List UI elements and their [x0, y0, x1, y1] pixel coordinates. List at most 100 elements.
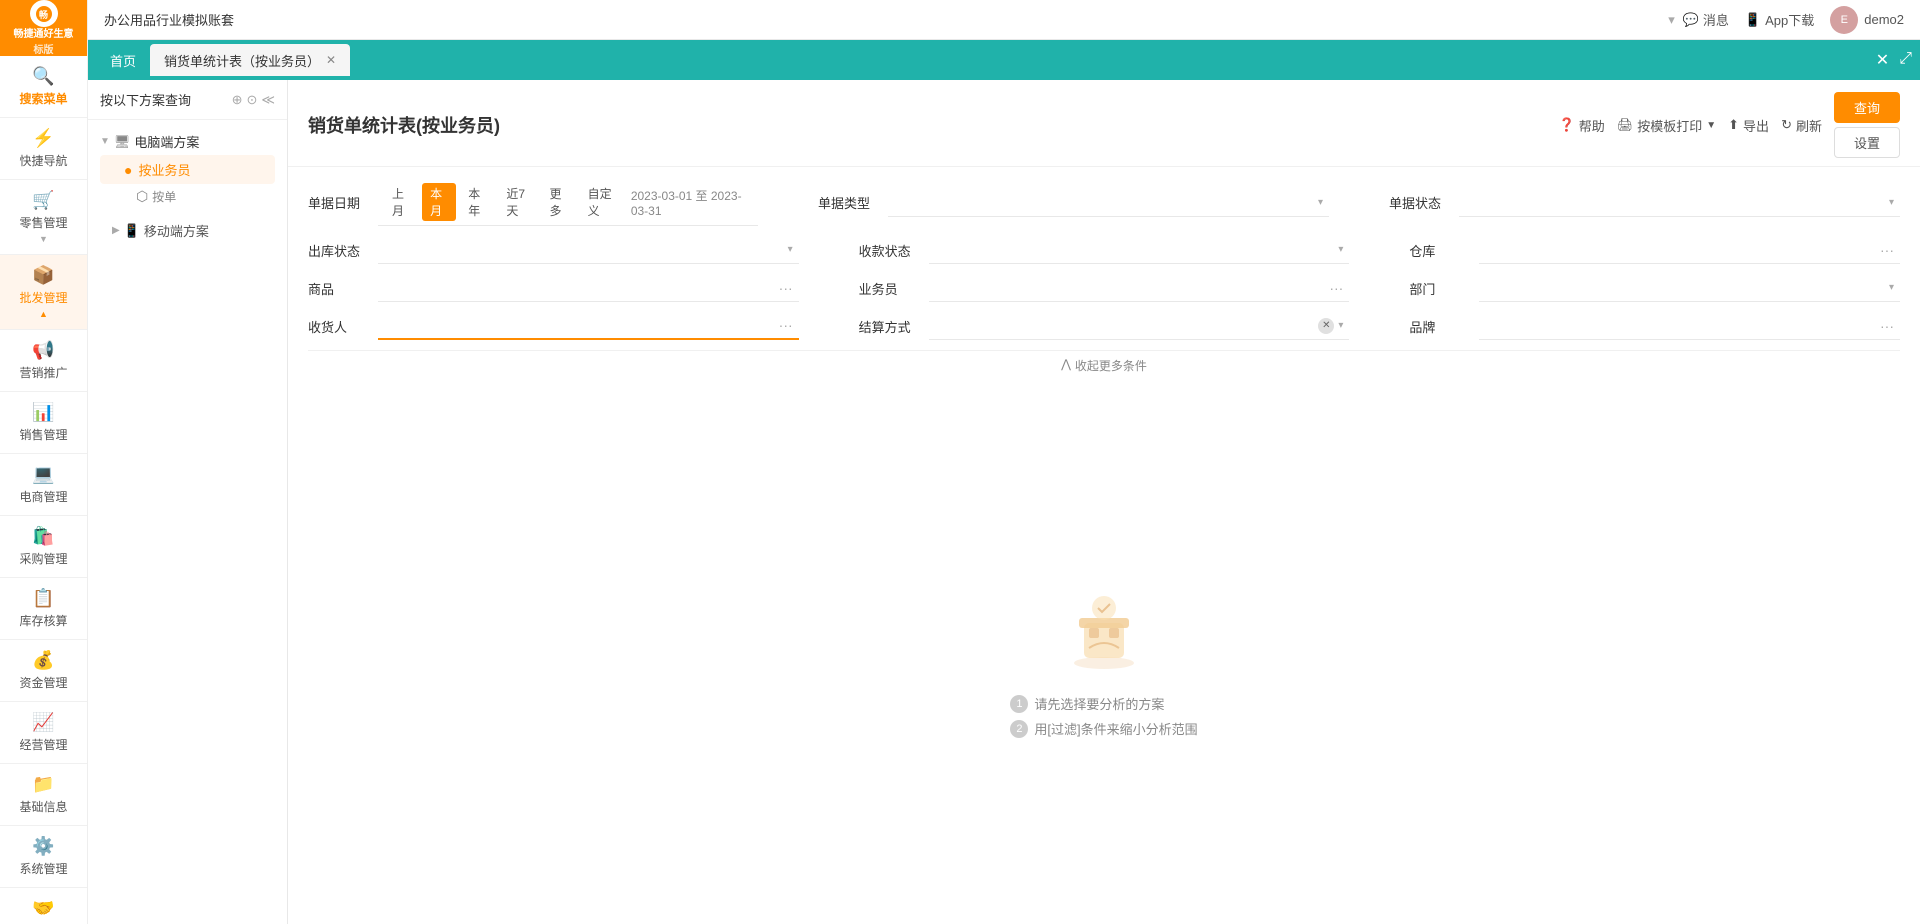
help-icon: ❓: [1559, 117, 1575, 133]
settlement-field[interactable]: ✕ ▾: [929, 312, 1350, 340]
sidebar-item-marketing[interactable]: 📢 营销推广: [0, 330, 87, 392]
help-button[interactable]: ❓ 帮助: [1559, 116, 1605, 135]
filter-row-1: 单据日期 上月 本月 本年 近7天 更多 自定义 2023-03-01: [308, 179, 1900, 226]
export-button[interactable]: ⬆ 导出: [1728, 116, 1769, 135]
scheme-by-salesman[interactable]: ● 按业务员: [100, 155, 275, 184]
order-status-label: 单据状态: [1389, 193, 1459, 212]
date-tab-7days[interactable]: 近7天: [498, 183, 537, 221]
sidebar-item-finance[interactable]: 💰 资金管理: [0, 640, 87, 702]
template-print-button[interactable]: 🖨 按模板打印 ▼: [1617, 116, 1716, 135]
app-download-button[interactable]: 📱 App下载: [1745, 10, 1814, 29]
salesman-field[interactable]: ···: [929, 274, 1350, 302]
goods-field[interactable]: ···: [378, 274, 799, 302]
recipient-field[interactable]: ···: [378, 312, 799, 340]
main-area: 办公用品行业模拟账套 ▾ 💬 消息 📱 App下载 E demo2 首页 销货单…: [88, 0, 1920, 924]
date-tab-this-year[interactable]: 本年: [460, 183, 494, 221]
settlement-label: 结算方式: [859, 317, 929, 336]
message-label: 消息: [1703, 10, 1729, 29]
tip-num-2: 2: [1010, 720, 1028, 738]
sidebar-item-purchase[interactable]: 🛍️ 采购管理: [0, 516, 87, 578]
maximize-icon[interactable]: ⤢: [1899, 50, 1912, 70]
tab-sales-stat[interactable]: 销货单统计表（按业务员） ✕: [150, 44, 350, 76]
sidebar-item-basic[interactable]: 📁 基础信息: [0, 764, 87, 826]
retail-arrow: ▼: [39, 234, 48, 244]
add-scheme-icon[interactable]: ⊕: [232, 92, 243, 108]
sidebar-sales-label: 销售管理: [19, 426, 67, 443]
date-tab-custom[interactable]: 自定义: [580, 183, 623, 221]
sidebar-operations-label: 经营管理: [19, 736, 67, 753]
edit-scheme-icon[interactable]: ⊙: [246, 92, 257, 108]
collapse-bar[interactable]: ⋀ 收起更多条件: [308, 350, 1900, 380]
basic-icon: 📁: [32, 774, 54, 795]
empty-tip-2: 2 用[过滤]条件来缩小分析范围: [1010, 719, 1197, 738]
sidebar-item-search[interactable]: 🔍 搜索菜单: [0, 56, 87, 118]
settlement-arrow: ▾: [1338, 320, 1343, 331]
mobile-icon: 📱: [124, 223, 140, 239]
date-tab-more[interactable]: 更多: [542, 183, 576, 221]
app-download-label: App下载: [1765, 10, 1814, 29]
filter-row-2: 出库状态 ▾ 收款状态 ▾ 仓库 ···: [308, 236, 1900, 264]
mobile-group: ▶ 📱 移动端方案: [100, 213, 275, 248]
order-type-arrow: ▾: [1318, 197, 1323, 208]
sidebar-item-sales[interactable]: 📊 销售管理: [0, 392, 87, 454]
inventory-icon: 📋: [32, 588, 54, 609]
desktop-group-label: 电脑端方案: [134, 132, 199, 151]
order-type-field[interactable]: ▾: [888, 189, 1329, 217]
search-icon: 🔍: [32, 66, 54, 87]
help-label: 帮助: [1579, 116, 1605, 135]
tab-home[interactable]: 首页: [96, 44, 150, 76]
stock-status-field[interactable]: ▾: [378, 236, 799, 264]
collapse-panel-icon[interactable]: ≪: [261, 92, 275, 108]
sidebar-item-wholesale[interactable]: 📦 批发管理 ▲: [0, 255, 87, 330]
sidebar-item-enterprise[interactable]: 🤝 企业协同: [0, 888, 87, 924]
order-status-field[interactable]: ▾: [1459, 189, 1900, 217]
topbar-dropdown-icon[interactable]: ▾: [1668, 12, 1675, 28]
export-icon: ⬆: [1728, 117, 1739, 133]
app-name: 畅捷通好生意: [10, 29, 78, 41]
sidebar-item-retail[interactable]: 🛒 零售管理 ▼: [0, 180, 87, 255]
system-icon: ⚙️: [32, 836, 54, 857]
date-tab-this-month[interactable]: 本月: [422, 183, 456, 221]
sidebar-basic-label: 基础信息: [19, 798, 67, 815]
close-window-icon[interactable]: ✕: [1876, 50, 1889, 70]
tab-home-label: 首页: [110, 51, 136, 70]
date-field[interactable]: 上月 本月 本年 近7天 更多 自定义 2023-03-01 至 2023-03…: [378, 179, 758, 226]
collapse-up-icon: ⋀: [1061, 357, 1071, 374]
message-button[interactable]: 💬 消息: [1683, 10, 1729, 29]
empty-state-tips: 1 请先选择要分析的方案 2 用[过滤]条件来缩小分析范围: [1010, 694, 1197, 738]
payment-status-field[interactable]: ▾: [929, 236, 1350, 264]
sidebar-item-inventory[interactable]: 📋 库存核算: [0, 578, 87, 640]
department-field[interactable]: ▾: [1479, 274, 1900, 302]
settings-button[interactable]: 设置: [1834, 127, 1900, 158]
collapse-label: 收起更多条件: [1075, 357, 1147, 374]
warehouse-field[interactable]: ···: [1479, 236, 1900, 264]
desktop-group: ▼ 🖥 电脑端方案 ● 按业务员 ⬡ 按单: [100, 128, 275, 209]
goods-dots: ···: [779, 280, 793, 296]
settlement-clear-icon[interactable]: ✕: [1318, 318, 1334, 334]
query-button[interactable]: 查询: [1834, 92, 1900, 123]
warehouse-label: 仓库: [1409, 241, 1479, 260]
scheme-by-order[interactable]: ⬡ 按单: [100, 184, 275, 209]
refresh-button[interactable]: ↻ 刷新: [1781, 116, 1822, 135]
desktop-group-title[interactable]: ▼ 🖥 电脑端方案: [100, 128, 275, 155]
sidebar-item-system[interactable]: ⚙️ 系统管理: [0, 826, 87, 888]
date-tabs-container: 上月 本月 本年 近7天 更多 自定义 2023-03-01 至 2023-03…: [384, 183, 752, 221]
ecommerce-icon: 💻: [32, 464, 54, 485]
stock-status-label: 出库状态: [308, 241, 378, 260]
payment-arrow: ▾: [1338, 244, 1343, 255]
sidebar-item-quicknav[interactable]: ⚡ 快捷导航: [0, 118, 87, 180]
tab-close-icon[interactable]: ✕: [326, 53, 336, 67]
sidebar-purchase-label: 采购管理: [19, 550, 67, 567]
sidebar-ecommerce-label: 电商管理: [19, 488, 67, 505]
date-label: 单据日期: [308, 193, 378, 212]
user-profile[interactable]: E demo2: [1830, 6, 1904, 34]
tabbar-actions: ✕ ⤢: [1876, 50, 1912, 70]
sidebar-system-label: 系统管理: [19, 860, 67, 877]
sidebar-item-operations[interactable]: 📈 经营管理: [0, 702, 87, 764]
left-panel-section: ▼ 🖥 电脑端方案 ● 按业务员 ⬡ 按单 ▶: [88, 120, 287, 256]
brand-field[interactable]: ···: [1479, 312, 1900, 340]
date-tab-last-month[interactable]: 上月: [384, 183, 418, 221]
sidebar-marketing-label: 营销推广: [19, 364, 67, 381]
sidebar-item-ecommerce[interactable]: 💻 电商管理: [0, 454, 87, 516]
mobile-group-title[interactable]: ▶ 📱 移动端方案: [112, 217, 263, 244]
